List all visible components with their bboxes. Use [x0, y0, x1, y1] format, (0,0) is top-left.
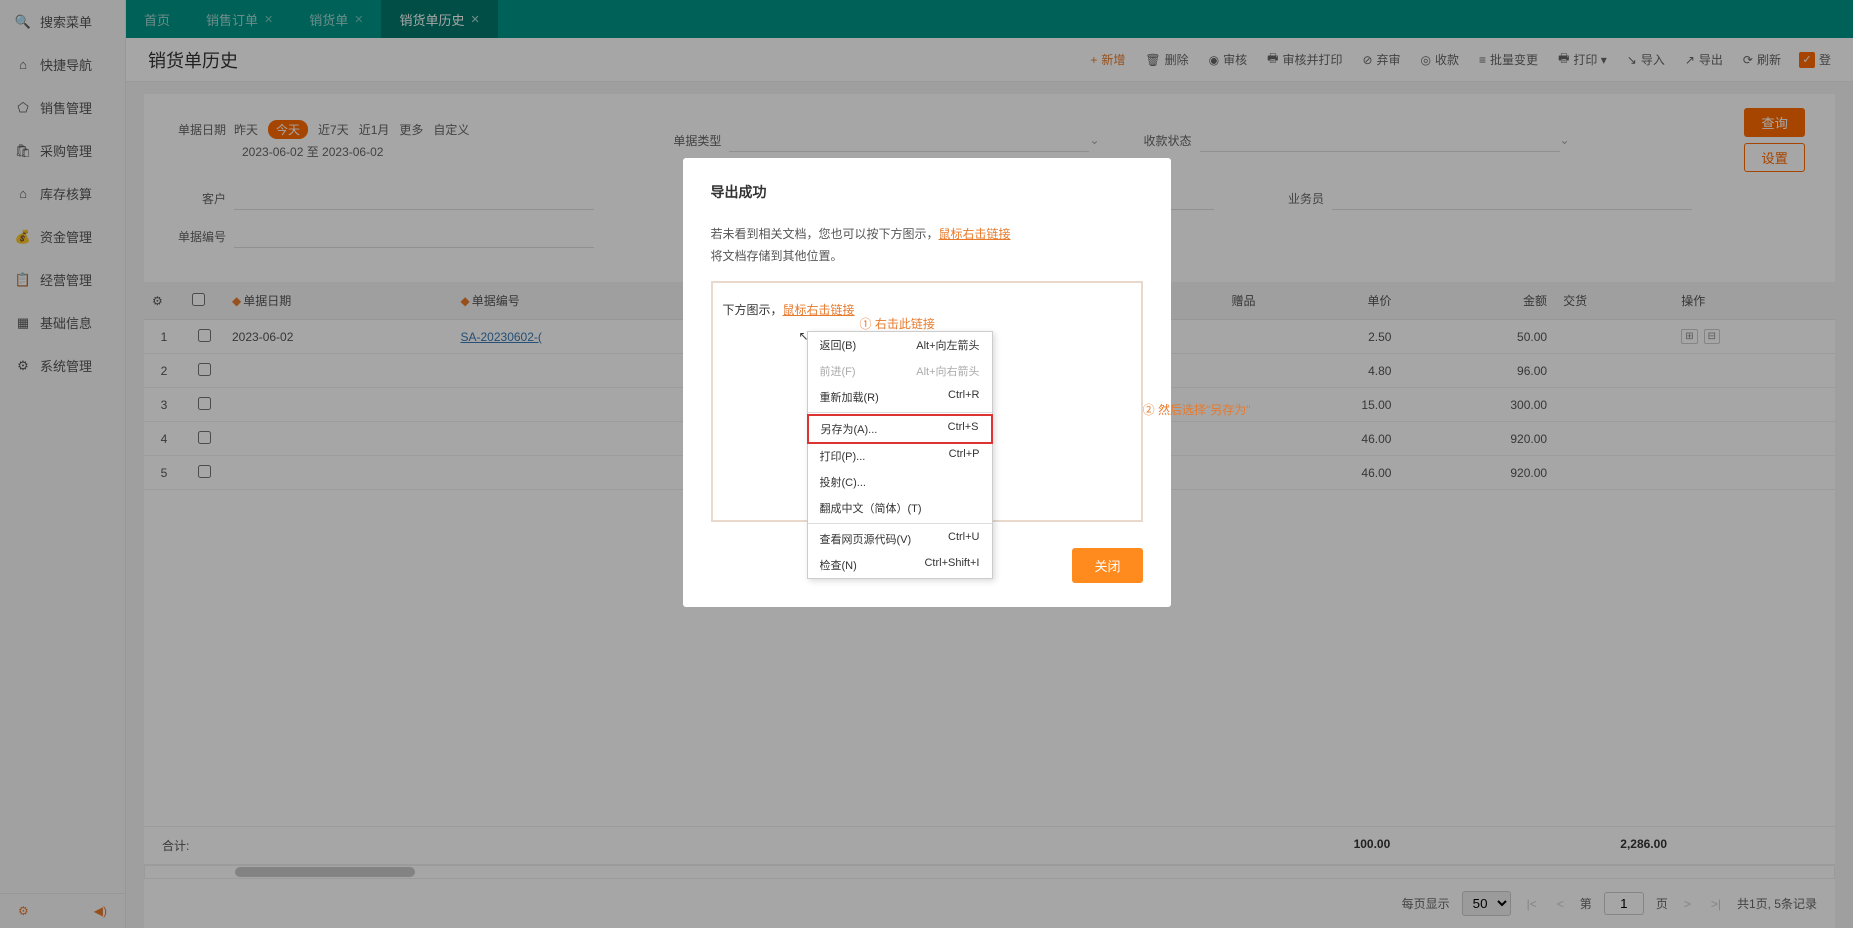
ctx-item: 另存为(A)...Ctrl+S: [807, 414, 993, 444]
modal-close-button[interactable]: 关闭: [1072, 548, 1142, 583]
annotation-1: ① 右击此链接: [860, 315, 935, 332]
ctx-item: 打印(P)...Ctrl+P: [808, 443, 992, 469]
export-success-modal: 导出成功 若未看到相关文档，您也可以按下方图示，鼠标右击链接 将文档存储到其他位…: [683, 158, 1171, 607]
annotation-2: ② 然后选择"另存为": [1143, 401, 1251, 418]
ctx-item: 检查(N)Ctrl+Shift+I: [808, 552, 992, 578]
modal-instruction-image: 下方图示，鼠标右击链接 ↖ ① 右击此链接 返回(B)Alt+向左箭头前进(F)…: [711, 281, 1143, 522]
modal-overlay: 导出成功 若未看到相关文档，您也可以按下方图示，鼠标右击链接 将文档存储到其他位…: [0, 0, 1853, 928]
ctx-item: 返回(B)Alt+向左箭头: [808, 332, 992, 358]
modal-title: 导出成功: [711, 182, 1143, 202]
modal-text: 若未看到相关文档，您也可以按下方图示，鼠标右击链接 将文档存储到其他位置。: [711, 224, 1143, 267]
ctx-item: 查看网页源代码(V)Ctrl+U: [808, 526, 992, 552]
right-click-link[interactable]: 鼠标右击链接: [939, 227, 1011, 241]
ctx-item: 前进(F)Alt+向右箭头: [808, 358, 992, 384]
context-menu-illustration: 返回(B)Alt+向左箭头前进(F)Alt+向右箭头重新加载(R)Ctrl+R 另…: [807, 331, 993, 579]
ctx-item: 翻成中文（简体）(T): [808, 495, 992, 521]
ctx-item: 重新加载(R)Ctrl+R: [808, 384, 992, 410]
ctx-item: 投射(C)...: [808, 469, 992, 495]
